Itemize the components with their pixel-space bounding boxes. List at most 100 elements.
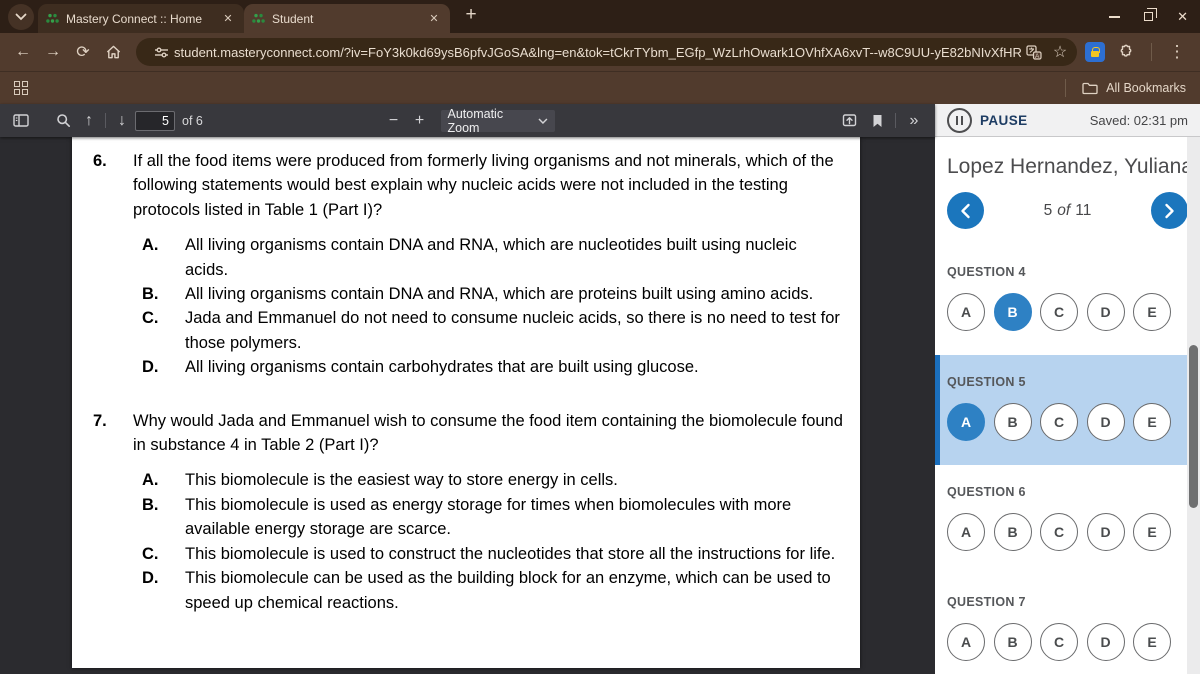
reload-button[interactable]: ⟳ xyxy=(68,37,98,67)
question-label: QUESTION 6 xyxy=(947,485,1026,499)
page-count-label: of 6 xyxy=(182,113,203,128)
pdf-toolbar: ↑ ↓ of 6 − + Automatic Zoom xyxy=(0,104,935,137)
divider xyxy=(895,113,896,128)
chevron-right-icon xyxy=(1165,203,1174,218)
bookmark-star-icon[interactable]: ☆ xyxy=(1047,39,1073,65)
next-student-button[interactable] xyxy=(1151,192,1188,229)
previous-student-button[interactable] xyxy=(947,192,984,229)
svg-text:A: A xyxy=(1035,52,1040,59)
tab-title: Student xyxy=(272,11,314,26)
browser-menu-button[interactable]: ⋮ xyxy=(1162,37,1192,67)
pdf-page: 6. If all the food items were produced fr… xyxy=(72,137,860,668)
answer-bubble-c[interactable]: C xyxy=(1040,403,1078,441)
question-section: QUESTION 5 ABCDE xyxy=(935,355,1200,465)
page-number-input[interactable] xyxy=(135,110,175,131)
extension-lock-icon[interactable] xyxy=(1085,42,1105,62)
answer-bubble-b[interactable]: B xyxy=(993,513,1032,551)
folder-icon xyxy=(1082,82,1098,94)
print-icon[interactable] xyxy=(836,108,862,134)
answer-bubble-a[interactable]: A xyxy=(947,623,985,661)
pdf-sidebar-toggle-button[interactable] xyxy=(8,108,34,134)
zoom-in-button[interactable]: + xyxy=(407,108,433,134)
answer-bubble-a[interactable]: A xyxy=(947,513,985,551)
option-text: All living organisms contain DNA and RNA… xyxy=(185,236,797,279)
restore-icon[interactable] xyxy=(1144,8,1158,21)
answer-bubble-d[interactable]: D xyxy=(1086,403,1125,441)
zoom-level-select[interactable]: Automatic Zoom xyxy=(440,106,555,135)
option-letter: C. xyxy=(142,309,159,328)
option-text: Jada and Emmanuel do not need to consume… xyxy=(185,309,840,352)
close-icon[interactable]: ✕ xyxy=(1177,9,1188,25)
all-bookmarks[interactable]: All Bookmarks xyxy=(1061,79,1186,97)
answer-bubble-e[interactable]: E xyxy=(1133,623,1171,661)
pdf-viewport[interactable]: 6. If all the food items were produced fr… xyxy=(0,137,935,674)
answer-bubble-e[interactable]: E xyxy=(1133,513,1171,551)
question-text: If all the food items were produced from… xyxy=(133,152,834,219)
option-text: This biomolecule is used as energy stora… xyxy=(185,495,792,539)
answer-bubble-d[interactable]: D xyxy=(1086,513,1125,551)
answer-bubble-e[interactable]: E xyxy=(1133,403,1171,441)
tab-mastery-connect-home[interactable]: Mastery Connect :: Home ✕ xyxy=(38,4,244,33)
answer-bubble-c[interactable]: C xyxy=(1040,623,1078,661)
answer-bubble-e[interactable]: E xyxy=(1133,293,1171,331)
zoom-controls: − + Automatic Zoom xyxy=(381,106,555,135)
panel-scrollbar[interactable] xyxy=(1187,137,1200,674)
bookmarks-bar: All Bookmarks xyxy=(0,71,1200,104)
question-text: Why would Jada and Emmanuel wish to cons… xyxy=(133,411,843,455)
pdf-next-page-button[interactable]: ↓ xyxy=(109,108,135,134)
option-letter: A. xyxy=(142,236,159,255)
answer-bubble-b[interactable]: B xyxy=(993,623,1032,661)
address-bar[interactable]: student.masteryconnect.com/?iv=FoY3k0kd6… xyxy=(136,38,1077,66)
tab-student[interactable]: Student ✕ xyxy=(244,4,450,33)
site-settings-icon[interactable] xyxy=(148,39,174,65)
back-button[interactable]: ← xyxy=(8,37,38,67)
answer-bubble-d[interactable]: D xyxy=(1086,623,1125,661)
option-letter: B. xyxy=(142,285,159,304)
student-navigation: 5 of 11 xyxy=(947,192,1188,229)
answer-bubble-b[interactable]: B xyxy=(993,403,1032,441)
minimize-icon[interactable] xyxy=(1109,15,1121,18)
tab-close-icon[interactable]: ✕ xyxy=(426,11,442,27)
home-button[interactable] xyxy=(98,37,128,67)
tab-search-button[interactable] xyxy=(8,4,34,30)
pdf-previous-page-button[interactable]: ↑ xyxy=(76,108,102,134)
answer-bubble-a[interactable]: A xyxy=(947,403,985,441)
toolbar-right-icons: ⋮ xyxy=(1085,37,1192,67)
question-section: QUESTION 7 ABCDE xyxy=(935,575,1200,674)
extensions-puzzle-icon[interactable] xyxy=(1111,37,1141,67)
pause-icon xyxy=(947,107,972,133)
question-number: 6. xyxy=(93,152,107,170)
forward-button[interactable]: → xyxy=(38,37,68,67)
option-text: All living organisms contain DNA and RNA… xyxy=(185,285,814,304)
answer-bubble-b[interactable]: B xyxy=(993,293,1032,331)
divider xyxy=(1151,43,1152,61)
apps-grid-icon[interactable] xyxy=(14,81,28,95)
pause-button[interactable]: PAUSE xyxy=(947,107,1028,133)
answer-option: C. This biomolecule is used to construct … xyxy=(133,542,844,566)
answer-option: C. Jada and Emmanuel do not need to consu… xyxy=(133,306,844,355)
zoom-out-button[interactable]: − xyxy=(381,108,407,134)
pdf-viewer: ↑ ↓ of 6 − + Automatic Zoom xyxy=(0,104,935,674)
option-text: This biomolecule can be used as the buil… xyxy=(185,569,831,612)
url-text[interactable]: student.masteryconnect.com/?iv=FoY3k0kd6… xyxy=(174,45,1021,60)
option-letter: A. xyxy=(142,471,159,490)
option-letter: C. xyxy=(142,544,159,563)
answer-option: D. This biomolecule can be used as the bu… xyxy=(133,566,844,615)
new-tab-button[interactable]: + xyxy=(458,2,484,28)
answer-bubble-c[interactable]: C xyxy=(1040,513,1078,551)
pdf-find-button[interactable] xyxy=(50,108,76,134)
scrollbar-thumb[interactable] xyxy=(1189,345,1198,508)
pdf-tools-expand-button[interactable]: » xyxy=(901,108,927,134)
option-letter: D. xyxy=(142,358,159,377)
zoom-level-label: Automatic Zoom xyxy=(447,106,504,135)
tab-close-icon[interactable]: ✕ xyxy=(220,11,236,27)
bookmark-icon[interactable] xyxy=(864,108,890,134)
window-controls: ✕ xyxy=(1109,0,1188,33)
option-text: All living organisms contain carbohydrat… xyxy=(185,358,699,377)
student-name: Lopez Hernandez, Yuliana xyxy=(947,155,1193,178)
answer-bubble-c[interactable]: C xyxy=(1040,293,1078,331)
answer-bubble-d[interactable]: D xyxy=(1086,293,1125,331)
option-text: This biomolecule is the easiest way to s… xyxy=(185,471,618,490)
answer-bubble-a[interactable]: A xyxy=(947,293,985,331)
translate-icon[interactable]: A xyxy=(1021,39,1047,65)
